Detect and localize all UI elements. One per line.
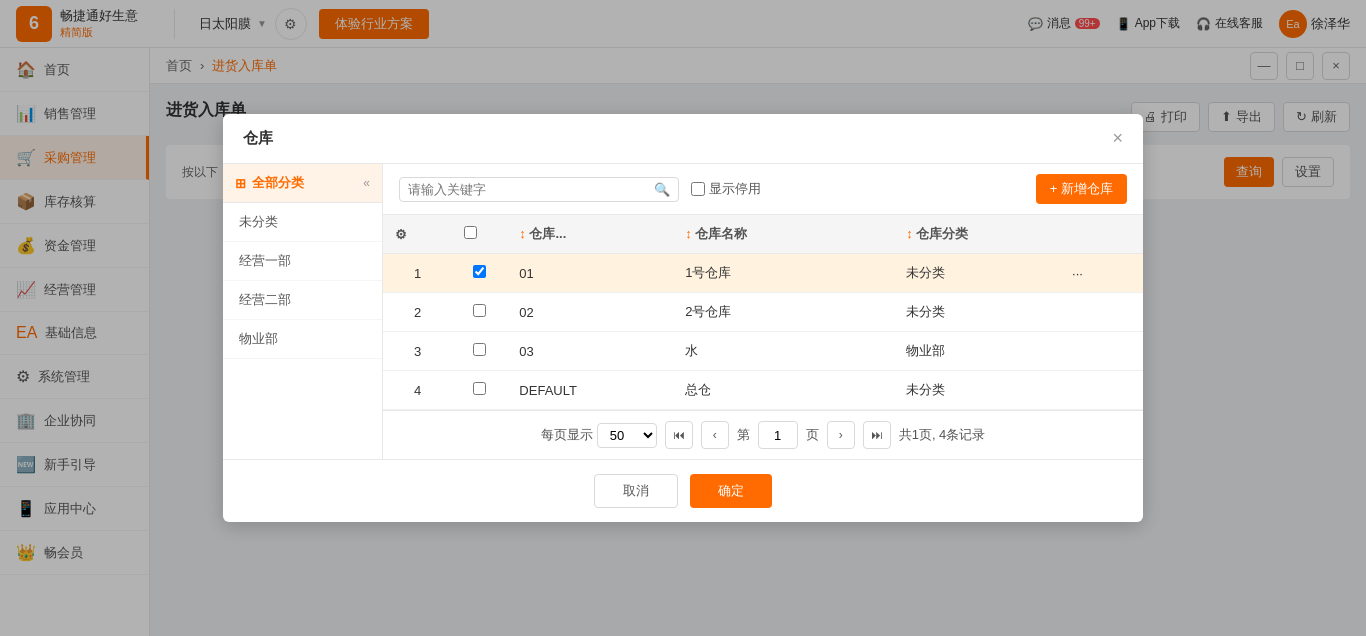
search-icon[interactable]: 🔍 [654, 182, 670, 197]
row-checkbox[interactable] [473, 265, 486, 278]
cell-category: 未分类 [894, 371, 1060, 410]
category-all-icon: ⊞ [235, 176, 246, 191]
page-unit: 页 [806, 426, 819, 444]
modal-close-button[interactable]: × [1112, 128, 1123, 149]
show-disabled-label[interactable]: 显示停用 [691, 180, 761, 198]
cell-category: 未分类 [894, 293, 1060, 332]
category-item-op1[interactable]: 经营一部 [223, 242, 382, 281]
row-checkbox[interactable] [473, 304, 486, 317]
per-page-label: 每页显示 [541, 426, 593, 444]
cell-code: 02 [507, 293, 673, 332]
data-table: ⚙ ↕ 仓库... ↕ [383, 215, 1143, 410]
cell-index: 3 [383, 332, 452, 371]
cell-check[interactable] [452, 332, 507, 371]
th-name[interactable]: ↕ 仓库名称 [673, 215, 894, 254]
select-all-checkbox[interactable] [464, 226, 477, 239]
cell-name: 水 [673, 332, 894, 371]
category-panel: ⊞ 全部分类 « 未分类 经营一部 经营二部 物业部 [223, 164, 383, 459]
sort-icon-code: ↕ [519, 226, 526, 241]
next-page-button[interactable]: › [827, 421, 855, 449]
modal-body: ⊞ 全部分类 « 未分类 经营一部 经营二部 物业部 🔍 [223, 164, 1143, 459]
modal-footer: 取消 确定 [223, 459, 1143, 522]
cell-category: 未分类 [894, 254, 1060, 293]
gear-th-icon: ⚙ [395, 227, 407, 242]
first-page-button[interactable]: ⏮ [665, 421, 693, 449]
page-size-select: 每页显示 50 100 200 [541, 423, 657, 448]
table-toolbar: 🔍 显示停用 + 新增仓库 [383, 164, 1143, 215]
sort-icon-name: ↕ [685, 226, 692, 241]
pagination-bar: 每页显示 50 100 200 ⏮ ‹ 第 页 › ⏭ 共1页, 4条记录 [383, 410, 1143, 459]
category-item-op2[interactable]: 经营二部 [223, 281, 382, 320]
cell-actions: ··· [1060, 254, 1143, 293]
cell-check[interactable] [452, 371, 507, 410]
table-row[interactable]: 2 02 2号仓库 未分类 [383, 293, 1143, 332]
th-category[interactable]: ↕ 仓库分类 [894, 215, 1060, 254]
th-index: ⚙ [383, 215, 452, 254]
cancel-button[interactable]: 取消 [594, 474, 678, 508]
prev-page-button[interactable]: ‹ [701, 421, 729, 449]
show-disabled-checkbox[interactable] [691, 182, 705, 196]
table-row[interactable]: 3 03 水 物业部 [383, 332, 1143, 371]
category-item-property[interactable]: 物业部 [223, 320, 382, 359]
sort-icon-cat: ↕ [906, 226, 913, 241]
modal-overlay: 仓库 × ⊞ 全部分类 « 未分类 经营一部 经营二部 物业部 [0, 0, 1366, 636]
category-item-uncat[interactable]: 未分类 [223, 203, 382, 242]
category-all-item[interactable]: ⊞ 全部分类 [235, 174, 304, 192]
cell-name: 2号仓库 [673, 293, 894, 332]
row-checkbox[interactable] [473, 343, 486, 356]
cell-code: 03 [507, 332, 673, 371]
th-check [452, 215, 507, 254]
last-page-button[interactable]: ⏭ [863, 421, 891, 449]
category-all-label: 全部分类 [252, 174, 304, 192]
cell-code: DEFAULT [507, 371, 673, 410]
th-code[interactable]: ↕ 仓库... [507, 215, 673, 254]
confirm-button[interactable]: 确定 [690, 474, 772, 508]
cell-name: 总仓 [673, 371, 894, 410]
cell-category: 物业部 [894, 332, 1060, 371]
page-input[interactable] [758, 421, 798, 449]
cell-actions [1060, 371, 1143, 410]
cell-index: 1 [383, 254, 452, 293]
category-header: ⊞ 全部分类 « [223, 164, 382, 203]
per-page-select[interactable]: 50 100 200 [597, 423, 657, 448]
cell-index: 2 [383, 293, 452, 332]
table-row[interactable]: 4 DEFAULT 总仓 未分类 [383, 371, 1143, 410]
cell-check[interactable] [452, 254, 507, 293]
show-disabled-text: 显示停用 [709, 180, 761, 198]
row-checkbox[interactable] [473, 382, 486, 395]
cell-index: 4 [383, 371, 452, 410]
cell-actions [1060, 332, 1143, 371]
warehouse-modal: 仓库 × ⊞ 全部分类 « 未分类 经营一部 经营二部 物业部 [223, 114, 1143, 522]
table-header-row: ⚙ ↕ 仓库... ↕ [383, 215, 1143, 254]
cell-name: 1号仓库 [673, 254, 894, 293]
modal-title: 仓库 [243, 129, 273, 148]
cell-check[interactable] [452, 293, 507, 332]
page-info: 共1页, 4条记录 [899, 426, 986, 444]
table-row[interactable]: 1 01 1号仓库 未分类 ··· [383, 254, 1143, 293]
table-panel: 🔍 显示停用 + 新增仓库 ⚙ [383, 164, 1143, 459]
search-input[interactable] [408, 182, 648, 197]
th-actions [1060, 215, 1143, 254]
cell-code: 01 [507, 254, 673, 293]
modal-header: 仓库 × [223, 114, 1143, 164]
cell-actions [1060, 293, 1143, 332]
search-box: 🔍 [399, 177, 679, 202]
page-label: 第 [737, 426, 750, 444]
add-warehouse-button[interactable]: + 新增仓库 [1036, 174, 1127, 204]
category-collapse-button[interactable]: « [363, 176, 370, 190]
